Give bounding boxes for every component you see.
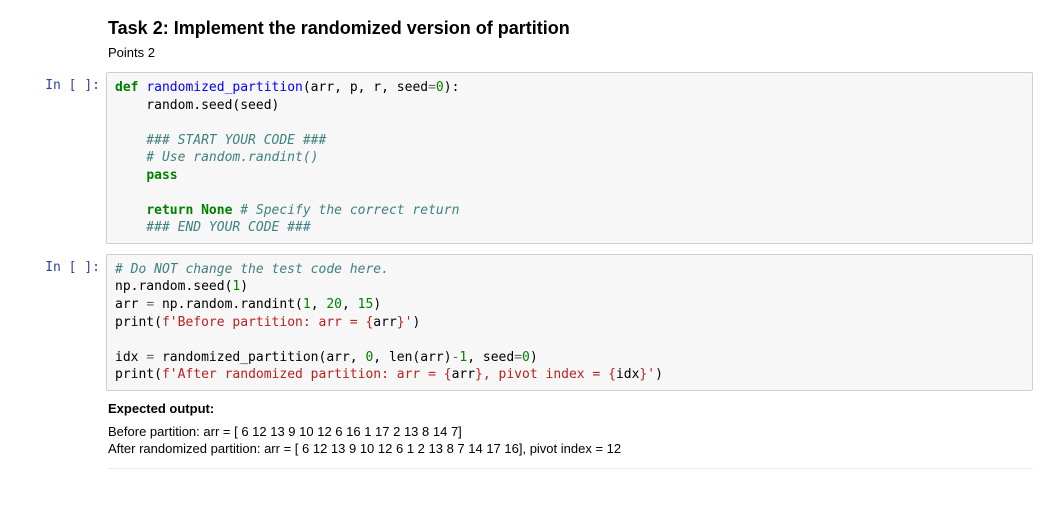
t: , p, r, seed [334,80,428,95]
t: ) [530,350,538,365]
t: None [193,203,232,218]
t: randomized_partition [146,80,303,95]
t: , seed [467,350,514,365]
t: (arr [303,80,334,95]
t: idx [616,367,639,382]
t: print( [115,367,162,382]
t: = [514,350,522,365]
t: } [475,367,483,382]
t: } [397,315,405,330]
t: { [444,367,452,382]
t: f [162,367,170,382]
t: { [608,367,616,382]
t: = [146,297,154,312]
t: # Specify the correct return [232,203,459,218]
t [115,168,146,183]
t: pass [146,168,177,183]
t: random.seed(seed) [115,98,279,113]
notebook-container: Task 2: Implement the randomized version… [0,0,1053,469]
t: 'After randomized partition: arr = [170,367,444,382]
t: def [115,80,138,95]
t: f [162,315,170,330]
t: arr [373,315,396,330]
t: # Use random.randint() [115,150,319,165]
t: = [428,80,436,95]
t: ): [444,80,460,95]
t: , [342,297,358,312]
expected-heading: Expected output: [108,401,1033,416]
t: 1 [303,297,311,312]
t: 15 [358,297,374,312]
task-title: Task 2: Implement the randomized version… [108,18,1033,39]
t: = [146,350,154,365]
prompt-1: In [ ]: [30,72,106,244]
t: ) [655,367,663,382]
t: 0 [436,80,444,95]
t: , pivot index = [483,367,608,382]
t: # Do NOT change the test code here. [115,262,389,277]
code-input-1[interactable]: def randomized_partition(arr, p, r, seed… [106,72,1033,244]
expected-line-2: After randomized partition: arr = [ 6 12… [108,441,1033,456]
t: idx [115,350,146,365]
expected-output-cell: Expected output: Before partition: arr =… [108,401,1033,469]
code-cell-1: In [ ]: def randomized_partition(arr, p,… [30,72,1033,244]
task-header-cell: Task 2: Implement the randomized version… [108,18,1033,60]
t: ) [240,279,248,294]
t: arr [115,297,146,312]
t: arr [452,367,475,382]
t: return [146,203,193,218]
t: np.random.randint( [154,297,303,312]
t [115,203,146,218]
t: ' [647,367,655,382]
t: ### START YOUR CODE ### [115,133,326,148]
t: ### END YOUR CODE ### [115,220,311,235]
points-text: Points 2 [108,45,1033,60]
t: randomized_partition(arr, [154,350,365,365]
t: print( [115,315,162,330]
t: np.random.seed( [115,279,232,294]
code-input-2[interactable]: # Do NOT change the test code here. np.r… [106,254,1033,391]
t: 0 [522,350,530,365]
code-cell-2: In [ ]: # Do NOT change the test code he… [30,254,1033,391]
t: ) [373,297,381,312]
t: 20 [326,297,342,312]
t: ) [412,315,420,330]
prompt-2: In [ ]: [30,254,106,391]
t: , [311,297,327,312]
t: 'Before partition: arr = [170,315,366,330]
expected-line-1: Before partition: arr = [ 6 12 13 9 10 1… [108,424,1033,439]
t: , len(arr) [373,350,451,365]
